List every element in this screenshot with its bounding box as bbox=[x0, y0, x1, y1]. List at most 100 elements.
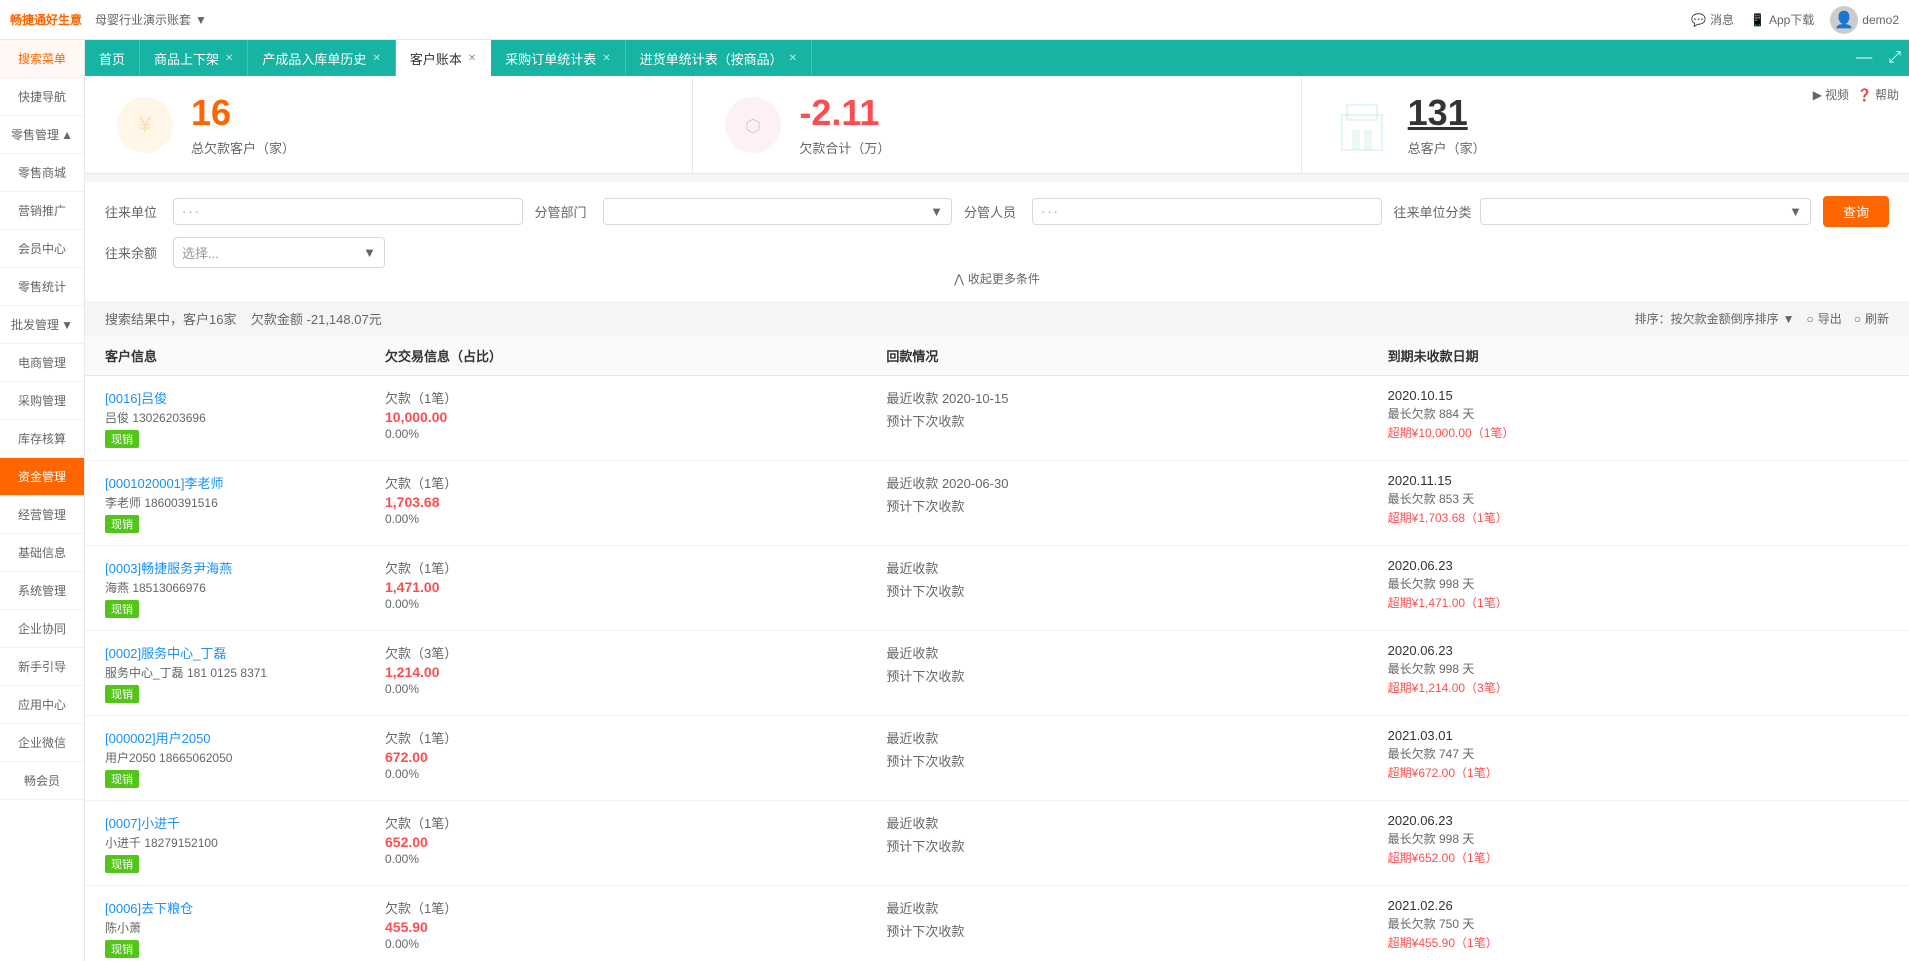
debt-count-3: 欠款（3笔） bbox=[385, 643, 886, 662]
sort-select[interactable]: 排序：按欠款金额倒序排序 ▼ bbox=[1635, 310, 1795, 327]
customer-name-0[interactable]: [0016]吕俊 bbox=[105, 388, 385, 407]
department-select[interactable]: ▼ bbox=[603, 198, 953, 225]
sidebar-item-ops[interactable]: 经营管理 bbox=[0, 496, 84, 534]
unit-category-select[interactable]: ▼ bbox=[1480, 198, 1811, 225]
collapse-btn[interactable]: ⋀ 收起更多条件 bbox=[105, 270, 1889, 287]
overdue-amount-btn-1[interactable]: 超期¥1,703.68（1笔） bbox=[1388, 509, 1889, 526]
manager-input[interactable]: ··· bbox=[1032, 198, 1382, 225]
app-download-btn[interactable]: 📱 App下载 bbox=[1750, 11, 1814, 28]
sidebar-item-ecommerce[interactable]: 电商管理 bbox=[0, 344, 84, 382]
filter-unit-category: 往来单位分类 ▼ bbox=[1394, 198, 1812, 225]
purchase-label: 采购管理 bbox=[18, 394, 66, 408]
user-profile[interactable]: 👤 demo2 bbox=[1830, 6, 1899, 34]
sidebar-item-wechat[interactable]: 企业微信 bbox=[0, 724, 84, 762]
col-header-customer: 客户信息 bbox=[105, 346, 385, 365]
overdue-amount-btn-0[interactable]: 超期¥10,000.00（1笔） bbox=[1388, 424, 1889, 441]
tab-close-icon[interactable]: ✕ bbox=[789, 53, 797, 64]
sidebar-item-marketing[interactable]: 营销推广 bbox=[0, 192, 84, 230]
tab-close-icon[interactable]: ✕ bbox=[602, 53, 610, 64]
logo-area: 畅捷通好生意 bbox=[10, 11, 95, 28]
result-info: 搜索结果中，客户16家 欠款金额 -21,148.07元 bbox=[105, 309, 382, 328]
overdue-amount-btn-5[interactable]: 超期¥652.00（1笔） bbox=[1388, 849, 1889, 866]
chevron-down-icon: ▼ bbox=[61, 318, 73, 332]
stat3-help: ▶ 视频 ❓ 帮助 bbox=[1813, 86, 1899, 103]
table-body: [0016]吕俊 吕俊 13026203696 现销 欠款（1笔） 10,000… bbox=[85, 376, 1909, 961]
debt-info-2: 欠款（1笔） 1,471.00 0.00% bbox=[385, 558, 886, 618]
refresh-btn[interactable]: ○ 刷新 bbox=[1854, 310, 1889, 327]
sidebar-item-system[interactable]: 系统管理 bbox=[0, 572, 84, 610]
customer-info-2: [0003]畅捷服务尹海燕 海燕 18513066976 现销 bbox=[105, 558, 385, 618]
tab-product-shelf[interactable]: 商品上下架 ✕ bbox=[140, 40, 248, 76]
tab-close-icon[interactable]: ✕ bbox=[372, 53, 380, 64]
sidebar-item-retail-mgmt[interactable]: 零售管理 ▲ bbox=[0, 116, 84, 154]
debt-amount-6: 455.90 bbox=[385, 919, 886, 935]
help-btn[interactable]: ❓ 帮助 bbox=[1857, 86, 1899, 103]
customer-info-4: [000002]用户2050 用户2050 18665062050 现销 bbox=[105, 728, 385, 788]
tab-import-stats-label: 进货单统计表（按商品） bbox=[640, 49, 783, 68]
retail-stats-label: 零售统计 bbox=[18, 280, 66, 294]
overdue-amount-btn-4[interactable]: 超期¥672.00（1笔） bbox=[1388, 764, 1889, 781]
tab-close-icon[interactable]: ✕ bbox=[225, 53, 233, 64]
svg-text:¥: ¥ bbox=[138, 112, 152, 137]
sidebar-item-vip[interactable]: 畅会员 bbox=[0, 762, 84, 800]
customer-info-6: [0006]去下粮仓 陈小萧 现销 bbox=[105, 898, 385, 958]
debt-amount-text: 欠款金额 -21,148.07元 bbox=[251, 312, 382, 327]
table-row: [0016]吕俊 吕俊 13026203696 现销 欠款（1笔） 10,000… bbox=[85, 376, 1909, 461]
overdue-amount-btn-2[interactable]: 超期¥1,471.00（1笔） bbox=[1388, 594, 1889, 611]
customer-name-3[interactable]: [0002]服务中心_丁磊 bbox=[105, 643, 385, 662]
debt-amount-5: 652.00 bbox=[385, 834, 886, 850]
sidebar-item-inventory[interactable]: 库存核算 bbox=[0, 420, 84, 458]
balance-select[interactable]: 选择... ▼ bbox=[173, 237, 385, 268]
table-row: [000002]用户2050 用户2050 18665062050 现销 欠款（… bbox=[85, 716, 1909, 801]
overdue-amount-btn-6[interactable]: 超期¥455.90（1笔） bbox=[1388, 934, 1889, 951]
tab-purchase-stats[interactable]: 采购订单统计表 ✕ bbox=[491, 40, 625, 76]
sidebar-item-finance[interactable]: 资金管理 bbox=[0, 458, 84, 496]
export-icon: ○ bbox=[1806, 312, 1813, 326]
overdue-info-0: 2020.10.15 最长欠款 884 天 超期¥10,000.00（1笔） bbox=[1388, 388, 1889, 448]
stat2-values: -2.11 欠款合计（万） bbox=[799, 92, 890, 157]
search-button[interactable]: 查询 bbox=[1823, 196, 1889, 227]
customer-name-6[interactable]: [0006]去下粮仓 bbox=[105, 898, 385, 917]
batch-mgmt-label: 批发管理 bbox=[11, 316, 59, 333]
sidebar-item-newbie[interactable]: 新手引导 bbox=[0, 648, 84, 686]
overdue-amount-btn-3[interactable]: 超期¥1,214.00（3笔） bbox=[1388, 679, 1889, 696]
customer-name-4[interactable]: [000002]用户2050 bbox=[105, 728, 385, 747]
debt-info-5: 欠款（1笔） 652.00 0.00% bbox=[385, 813, 886, 873]
source-unit-input[interactable]: ··· bbox=[173, 198, 523, 225]
message-btn[interactable]: 💬 消息 bbox=[1691, 11, 1734, 28]
overdue-days-4: 最长欠款 747 天 bbox=[1388, 745, 1889, 762]
debt-percent-3: 0.00% bbox=[385, 682, 886, 696]
sidebar-item-corp[interactable]: 企业协同 bbox=[0, 610, 84, 648]
sidebar-item-retail-stats[interactable]: 零售统计 bbox=[0, 268, 84, 306]
quicknav-label: 快捷导航 bbox=[18, 90, 66, 104]
sidebar-item-retail-shop[interactable]: 零售商城 bbox=[0, 154, 84, 192]
source-unit-label: 往来单位 bbox=[105, 202, 165, 221]
tab-maximize-icon[interactable]: ⤢ bbox=[1880, 49, 1909, 67]
tab-home[interactable]: 首页 bbox=[85, 40, 140, 76]
table-row: [0002]服务中心_丁磊 服务中心_丁磊 181 0125 8371 现销 欠… bbox=[85, 631, 1909, 716]
apps-label: 应用中心 bbox=[18, 698, 66, 712]
tab-close-icon[interactable]: ✕ bbox=[468, 53, 476, 64]
customer-name-1[interactable]: [0001020001]李老师 bbox=[105, 473, 385, 492]
video-help-btn[interactable]: ▶ 视频 bbox=[1813, 86, 1849, 103]
export-btn[interactable]: ○ 导出 bbox=[1806, 310, 1841, 327]
sidebar-item-apps[interactable]: 应用中心 bbox=[0, 686, 84, 724]
tab-import-stats[interactable]: 进货单统计表（按商品） ✕ bbox=[626, 40, 812, 76]
tab-customer-account[interactable]: 客户账本 ✕ bbox=[396, 40, 491, 76]
customer-tag-1: 现销 bbox=[105, 515, 139, 533]
debt-info-0: 欠款（1笔） 10,000.00 0.00% bbox=[385, 388, 886, 448]
tab-product-history[interactable]: 产成品入库单历史 ✕ bbox=[248, 40, 395, 76]
sidebar-item-batch-mgmt[interactable]: 批发管理 ▼ bbox=[0, 306, 84, 344]
customer-tag-6: 现销 bbox=[105, 940, 139, 958]
store-selector[interactable]: 母婴行业演示账套 ▼ bbox=[95, 11, 1691, 28]
customer-phone-4: 用户2050 18665062050 bbox=[105, 749, 385, 766]
tab-minimize-icon[interactable]: — bbox=[1848, 49, 1880, 67]
customer-name-2[interactable]: [0003]畅捷服务尹海燕 bbox=[105, 558, 385, 577]
sidebar-item-quicknav[interactable]: 快捷导航 bbox=[0, 78, 84, 116]
sidebar-item-purchase[interactable]: 采购管理 bbox=[0, 382, 84, 420]
main-layout: 搜索菜单 快捷导航 零售管理 ▲ 零售商城 营销推广 会员中心 零售统计 批 bbox=[0, 40, 1909, 961]
sidebar-item-member[interactable]: 会员中心 bbox=[0, 230, 84, 268]
sidebar-item-search[interactable]: 搜索菜单 bbox=[0, 40, 84, 78]
customer-name-5[interactable]: [0007]小进千 bbox=[105, 813, 385, 832]
sidebar-item-basic[interactable]: 基础信息 bbox=[0, 534, 84, 572]
